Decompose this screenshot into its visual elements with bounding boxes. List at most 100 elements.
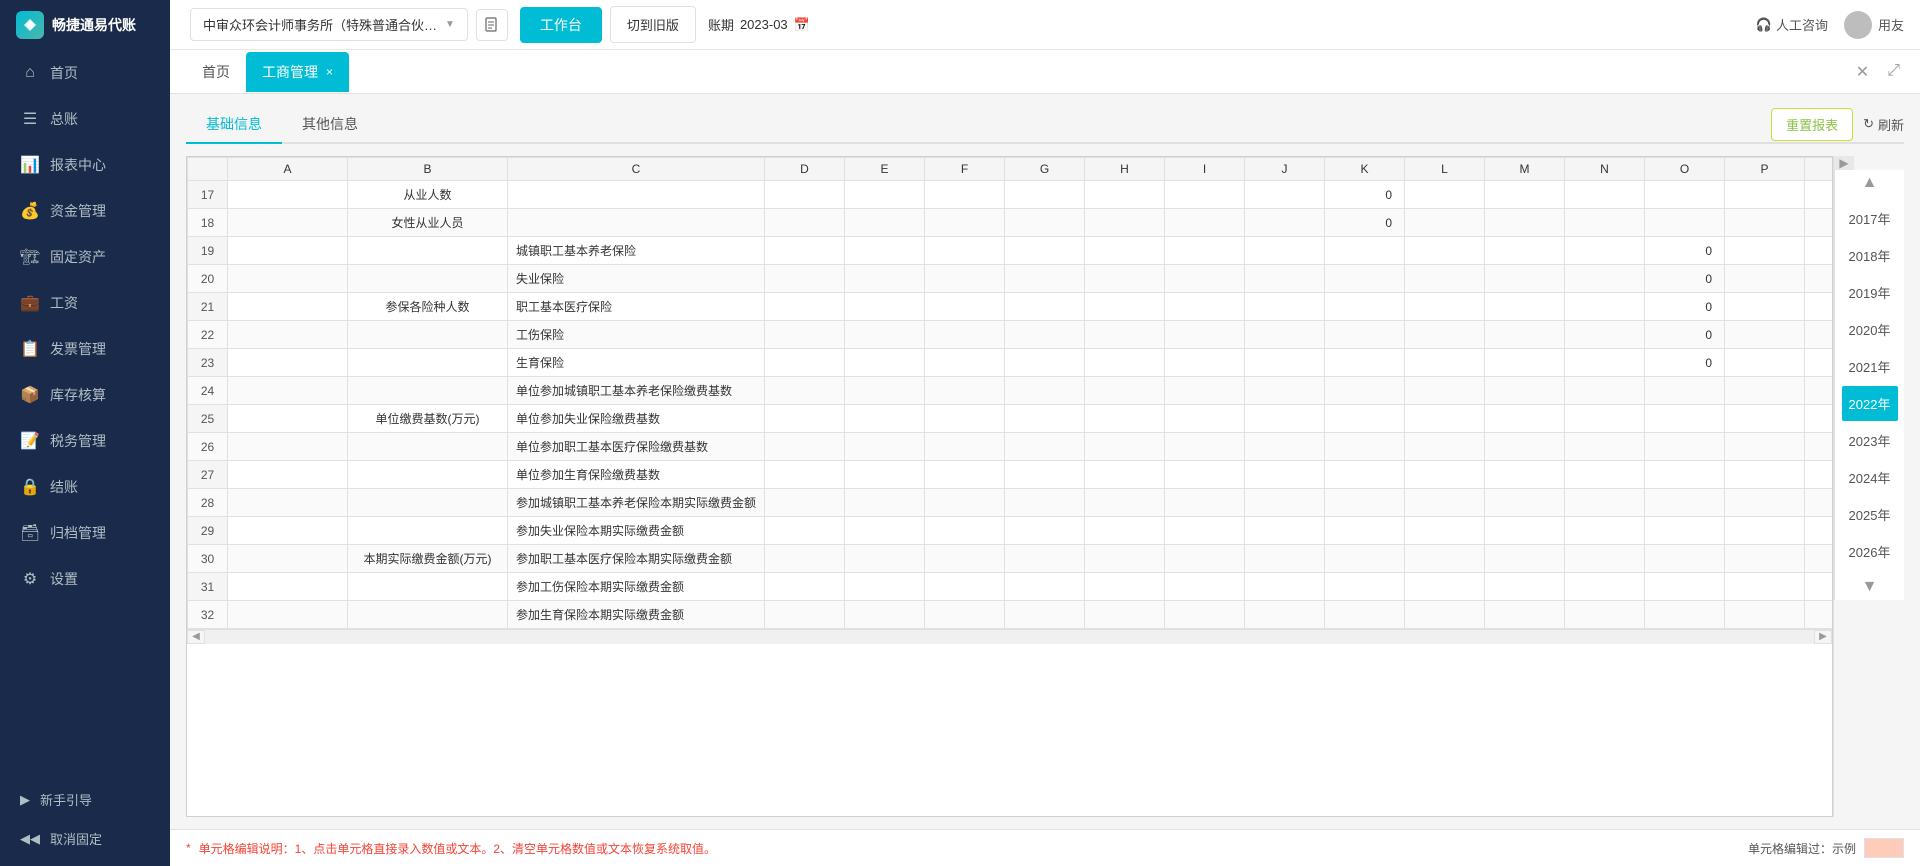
cell-b[interactable] — [348, 349, 508, 377]
cell-q[interactable] — [1805, 349, 1833, 377]
cell-i[interactable] — [1165, 349, 1245, 377]
cell-g[interactable] — [1005, 237, 1085, 265]
cell-c[interactable]: 单位参加生育保险缴费基数 — [508, 461, 765, 489]
cell-e[interactable] — [845, 545, 925, 573]
cell-q[interactable] — [1805, 573, 1833, 601]
tab-other-info[interactable]: 其他信息 — [282, 106, 378, 144]
year-item-2020[interactable]: 2020年 — [1842, 312, 1898, 347]
cell-n[interactable] — [1565, 461, 1645, 489]
cell-o[interactable] — [1645, 377, 1725, 405]
cell-g[interactable] — [1005, 349, 1085, 377]
cell-g[interactable] — [1005, 545, 1085, 573]
sidebar-item-tax[interactable]: 📝税务管理 — [0, 418, 170, 464]
sidebar-item-home[interactable]: ⌂首页 — [0, 50, 170, 96]
cell-c[interactable]: 工伤保险 — [508, 321, 765, 349]
old-version-button[interactable]: 切到旧版 — [610, 6, 696, 43]
cell-d[interactable] — [765, 461, 845, 489]
cell-f[interactable] — [925, 349, 1005, 377]
cell-d[interactable] — [765, 433, 845, 461]
cell-n[interactable] — [1565, 321, 1645, 349]
cell-m[interactable] — [1485, 601, 1565, 629]
year-item-2024[interactable]: 2024年 — [1842, 460, 1898, 495]
close-window-icon[interactable]: ✕ — [1852, 58, 1873, 86]
year-item-2017[interactable]: 2017年 — [1842, 201, 1898, 236]
cell-g[interactable] — [1005, 601, 1085, 629]
cell-l[interactable] — [1405, 433, 1485, 461]
cell-j[interactable] — [1245, 181, 1325, 209]
cell-o[interactable] — [1645, 461, 1725, 489]
cell-j[interactable] — [1245, 377, 1325, 405]
cell-d[interactable] — [765, 489, 845, 517]
cell-l[interactable] — [1405, 461, 1485, 489]
cell-g[interactable] — [1005, 265, 1085, 293]
cell-i[interactable] — [1165, 237, 1245, 265]
cell-o[interactable] — [1645, 489, 1725, 517]
cell-d[interactable] — [765, 601, 845, 629]
cell-b[interactable] — [348, 377, 508, 405]
cell-j[interactable] — [1245, 321, 1325, 349]
cell-i[interactable] — [1165, 461, 1245, 489]
cell-m[interactable] — [1485, 181, 1565, 209]
cell-e[interactable] — [845, 349, 925, 377]
cell-p[interactable] — [1725, 321, 1805, 349]
cell-n[interactable] — [1565, 209, 1645, 237]
cell-c[interactable]: 单位参加失业保险缴费基数 — [508, 405, 765, 433]
cell-l[interactable] — [1405, 349, 1485, 377]
cell-p[interactable] — [1725, 293, 1805, 321]
cell-q[interactable] — [1805, 293, 1833, 321]
year-item-2018[interactable]: 2018年 — [1842, 238, 1898, 273]
cell-q[interactable] — [1805, 489, 1833, 517]
cell-c[interactable]: 单位参加职工基本医疗保险缴费基数 — [508, 433, 765, 461]
cell-q[interactable] — [1805, 405, 1833, 433]
cell-e[interactable] — [845, 573, 925, 601]
cell-e[interactable] — [845, 433, 925, 461]
cell-h[interactable] — [1085, 461, 1165, 489]
cell-f[interactable] — [925, 573, 1005, 601]
cell-o[interactable]: 0 — [1645, 237, 1725, 265]
cell-g[interactable] — [1005, 433, 1085, 461]
cell-a[interactable] — [228, 321, 348, 349]
cell-b[interactable] — [348, 461, 508, 489]
cell-i[interactable] — [1165, 601, 1245, 629]
cell-c[interactable]: 参加生育保险本期实际缴费金额 — [508, 601, 765, 629]
cell-j[interactable] — [1245, 349, 1325, 377]
cell-h[interactable] — [1085, 349, 1165, 377]
cell-o[interactable] — [1645, 405, 1725, 433]
cell-h[interactable] — [1085, 601, 1165, 629]
cell-k[interactable] — [1325, 265, 1405, 293]
cell-a[interactable] — [228, 545, 348, 573]
cell-m[interactable] — [1485, 517, 1565, 545]
cell-o[interactable] — [1645, 181, 1725, 209]
cell-o[interactable]: 0 — [1645, 349, 1725, 377]
cell-d[interactable] — [765, 545, 845, 573]
cell-h[interactable] — [1085, 517, 1165, 545]
cell-o[interactable] — [1645, 545, 1725, 573]
cell-m[interactable] — [1485, 433, 1565, 461]
sidebar-item-inventory[interactable]: 📦库存核算 — [0, 372, 170, 418]
calendar-icon[interactable]: 📅 — [794, 17, 810, 33]
cell-n[interactable] — [1565, 293, 1645, 321]
cell-f[interactable] — [925, 601, 1005, 629]
spreadsheet[interactable]: A B C D E F G H I J K L — [186, 156, 1833, 817]
cell-j[interactable] — [1245, 237, 1325, 265]
cell-m[interactable] — [1485, 377, 1565, 405]
cell-k[interactable] — [1325, 573, 1405, 601]
year-item-2021[interactable]: 2021年 — [1842, 349, 1898, 384]
cell-i[interactable] — [1165, 405, 1245, 433]
cell-c[interactable]: 职工基本医疗保险 — [508, 293, 765, 321]
cell-b[interactable] — [348, 237, 508, 265]
cell-c[interactable]: 城镇职工基本养老保险 — [508, 237, 765, 265]
cell-i[interactable] — [1165, 321, 1245, 349]
cell-g[interactable] — [1005, 489, 1085, 517]
company-selector[interactable]: 中审众环会计师事务所（特殊普通合伙… ▼ — [190, 8, 468, 41]
cell-i[interactable] — [1165, 377, 1245, 405]
cell-j[interactable] — [1245, 461, 1325, 489]
cell-c[interactable]: 生育保险 — [508, 349, 765, 377]
cell-h[interactable] — [1085, 209, 1165, 237]
cell-d[interactable] — [765, 377, 845, 405]
cell-l[interactable] — [1405, 293, 1485, 321]
cell-p[interactable] — [1725, 545, 1805, 573]
cell-b[interactable] — [348, 601, 508, 629]
sidebar-item-ledger[interactable]: ☰总账 — [0, 96, 170, 142]
sidebar-item-reports[interactable]: 📊报表中心 — [0, 142, 170, 188]
